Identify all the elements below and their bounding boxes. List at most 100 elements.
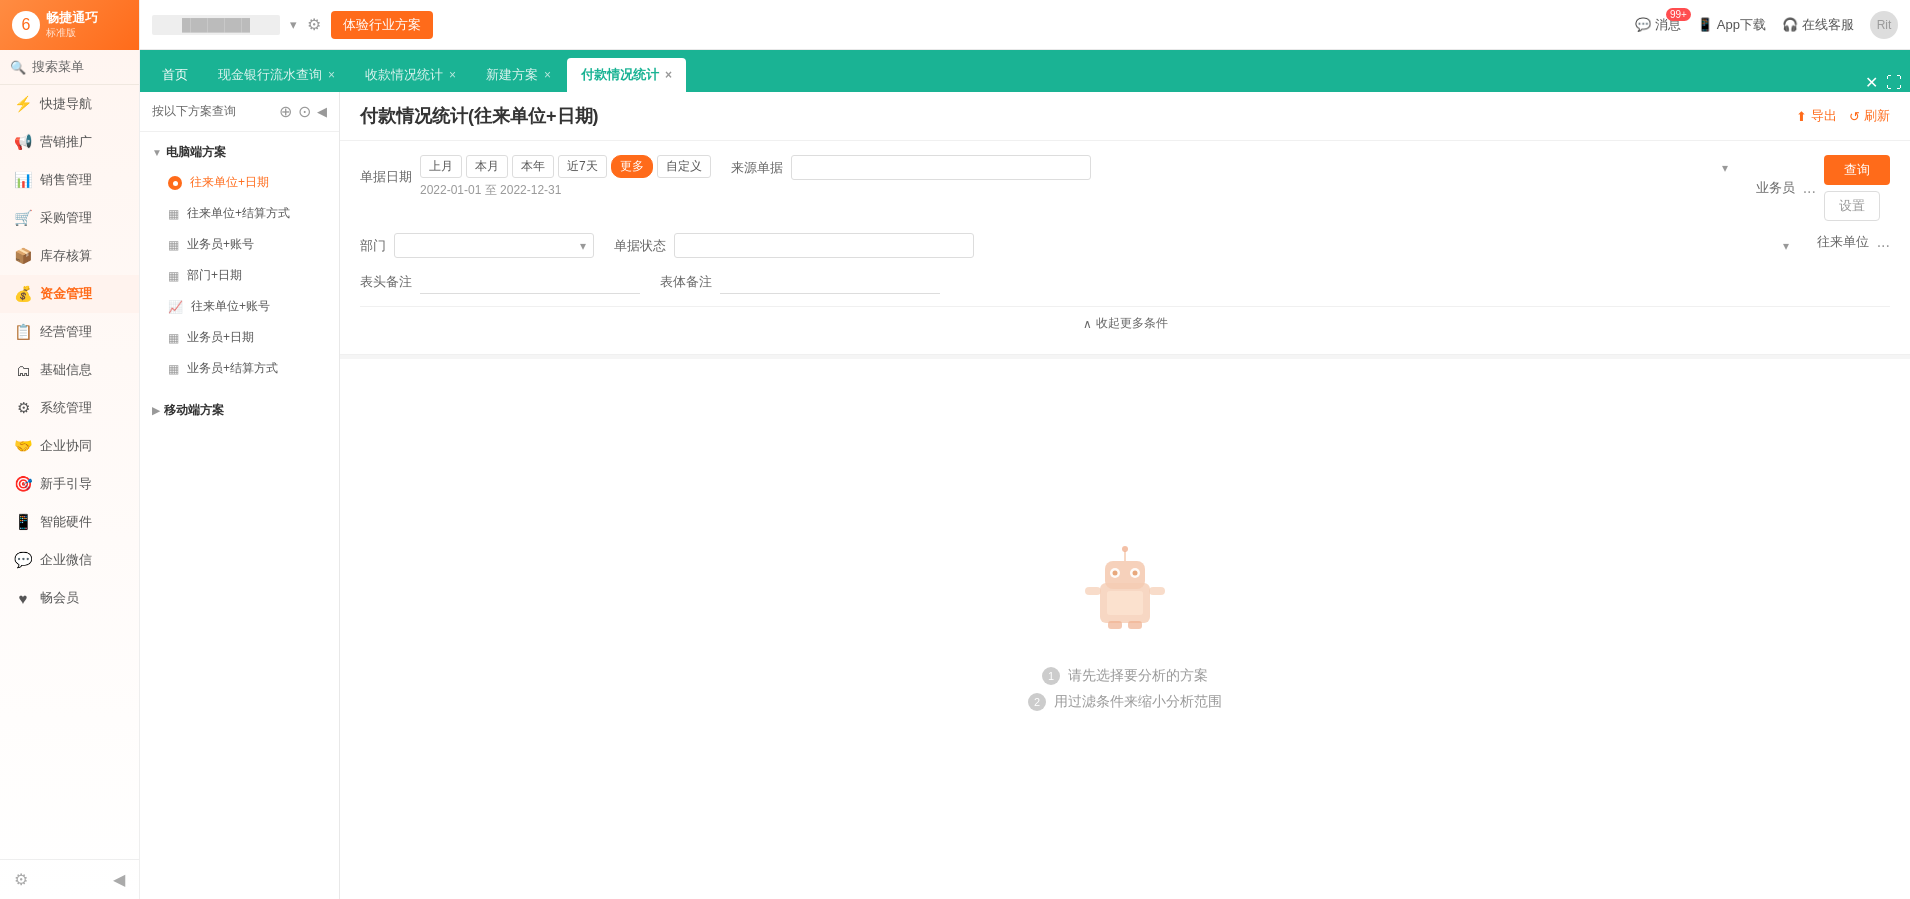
scheme-item-dept-date[interactable]: ▦ 部门+日期 [140, 260, 339, 291]
scheme-panel-header: 按以下方案查询 ⊕ ⊙ ◀ [140, 92, 339, 132]
empty-tip-2: 2 用过滤条件来缩小分析范围 [1028, 693, 1222, 711]
scheme-item-staff-date[interactable]: ▦ 业务员+日期 [140, 322, 339, 353]
sidebar-settings-icon[interactable]: ⚙ [14, 870, 28, 889]
date-btn-last-month[interactable]: 上月 [420, 155, 462, 178]
refresh-icon: ↺ [1849, 109, 1860, 124]
sidebar-collapse-icon[interactable]: ◀ [113, 870, 125, 889]
sidebar-item-inventory-label: 库存核算 [40, 247, 92, 265]
sidebar-item-finance[interactable]: 💰 资金管理 [0, 275, 139, 313]
filter-status-item: 单据状态 [614, 233, 1797, 258]
tab-new-scheme-label: 新建方案 [486, 66, 538, 84]
sidebar-item-operation[interactable]: 📋 经营管理 [0, 313, 139, 351]
tab-bank-flow[interactable]: 现金银行流水查询 × [204, 58, 349, 92]
sidebar-item-corp-wechat[interactable]: 💬 企业微信 [0, 541, 139, 579]
company-dropdown-icon[interactable]: ▾ [290, 17, 297, 32]
tab-receipt-stats-close[interactable]: × [449, 68, 456, 82]
scheme-item-partner-settle[interactable]: ▦ 往来单位+结算方式 [140, 198, 339, 229]
sidebar-item-vip[interactable]: ♥ 畅会员 [0, 579, 139, 617]
scheme-item-dept-date-label: 部门+日期 [187, 267, 242, 284]
body-note-input[interactable] [720, 270, 940, 294]
sidebar-logo: 6 畅捷通巧 标准版 [0, 0, 139, 50]
tip-num-2: 2 [1028, 693, 1046, 711]
sidebar-item-quick-nav[interactable]: ⚡ 快捷导航 [0, 85, 139, 123]
scheme-item-partner-settle-label: 往来单位+结算方式 [187, 205, 290, 222]
scheme-item-partner-date[interactable]: 往来单位+日期 [140, 167, 339, 198]
svg-rect-11 [1149, 587, 1165, 595]
refresh-btn[interactable]: ↺ 刷新 [1849, 107, 1890, 125]
scheme-collapse-btn[interactable]: ◀ [317, 104, 327, 119]
tab-receipt-stats[interactable]: 收款情况统计 × [351, 58, 470, 92]
search-icon: 🔍 [10, 60, 26, 75]
sidebar-item-guide[interactable]: 🎯 新手引导 [0, 465, 139, 503]
sidebar-item-system[interactable]: ⚙ 系统管理 [0, 389, 139, 427]
scheme-item-partner-account-label: 往来单位+账号 [191, 298, 270, 315]
sidebar-item-marketing[interactable]: 📢 营销推广 [0, 123, 139, 161]
online-service[interactable]: 🎧 在线客服 [1782, 16, 1854, 34]
tab-new-scheme[interactable]: 新建方案 × [472, 58, 565, 92]
sidebar-item-smart-hw[interactable]: 📱 智能硬件 [0, 503, 139, 541]
message-count: 99+ [1666, 8, 1691, 21]
scheme-section-mobile-title[interactable]: ▶ 移动端方案 [140, 396, 339, 425]
query-btn[interactable]: 查询 [1824, 155, 1890, 185]
date-btn-this-year[interactable]: 本年 [512, 155, 554, 178]
scheme-item-partner-settle-icon: ▦ [168, 207, 179, 221]
tab-expand-icon[interactable]: ⛶ [1886, 74, 1902, 92]
sidebar: 6 畅捷通巧 标准版 🔍 搜索菜单 ⚡ 快捷导航 📢 营销推广 📊 销售管理 🛒… [0, 0, 140, 899]
staff-selector[interactable]: ... [1803, 179, 1816, 197]
header-note-input[interactable] [420, 270, 640, 294]
date-btn-more[interactable]: 更多 [611, 155, 653, 178]
status-select[interactable] [674, 233, 974, 258]
sidebar-item-purchase[interactable]: 🛒 采购管理 [0, 199, 139, 237]
filter-dept-item: 部门 [360, 233, 594, 258]
top-header: ████████ ▾ ⚙ 体验行业方案 💬 消息 99+ 📱 App下载 🎧 在… [140, 0, 1910, 50]
app-download[interactable]: 📱 App下载 [1697, 16, 1766, 34]
scheme-item-staff-settle-icon: ▦ [168, 362, 179, 376]
svg-point-4 [1113, 571, 1118, 576]
export-btn[interactable]: ⬆ 导出 [1796, 107, 1837, 125]
settings-btn[interactable]: 设置 [1824, 191, 1880, 221]
scheme-item-partner-account-icon: 📈 [168, 300, 183, 314]
date-btn-7days[interactable]: 近7天 [558, 155, 607, 178]
user-avatar[interactable]: Rit [1870, 11, 1898, 39]
message-badge[interactable]: 💬 消息 99+ [1635, 16, 1681, 34]
tab-bank-flow-close[interactable]: × [328, 68, 335, 82]
collapse-bar[interactable]: ∧ 收起更多条件 [360, 306, 1890, 340]
scheme-item-staff-account[interactable]: ▦ 业务员+账号 [140, 229, 339, 260]
partner-selector[interactable]: ... [1877, 233, 1890, 251]
header-settings-icon[interactable]: ⚙ [307, 15, 321, 34]
filter-staff-item: 业务员 ... 查询 设置 [1756, 155, 1890, 221]
partner-label: 往来单位 [1817, 233, 1869, 251]
header-right: 💬 消息 99+ 📱 App下载 🎧 在线客服 Rit [1635, 11, 1898, 39]
scheme-item-partner-account[interactable]: 📈 往来单位+账号 [140, 291, 339, 322]
empty-state: 1 请先选择要分析的方案 2 用过滤条件来缩小分析范围 [340, 359, 1910, 899]
tab-payment-stats-close[interactable]: × [665, 68, 672, 82]
corp-collab-icon: 🤝 [14, 437, 32, 455]
search-menu[interactable]: 🔍 搜索菜单 [0, 50, 139, 85]
vip-icon: ♥ [14, 589, 32, 607]
date-btn-custom[interactable]: 自定义 [657, 155, 711, 178]
status-label: 单据状态 [614, 237, 666, 255]
trial-btn[interactable]: 体验行业方案 [331, 11, 433, 39]
right-content: 付款情况统计(往来单位+日期) ⬆ 导出 ↺ 刷新 [340, 92, 1910, 899]
date-btn-this-month[interactable]: 本月 [466, 155, 508, 178]
tab-payment-stats[interactable]: 付款情况统计 × [567, 58, 686, 92]
dept-select[interactable] [394, 233, 594, 258]
filter-row-2: 部门 单据状态 [360, 233, 1890, 258]
scheme-item-staff-settle[interactable]: ▦ 业务员+结算方式 [140, 353, 339, 384]
scheme-add-btn[interactable]: ⊕ [279, 102, 292, 121]
sidebar-item-basic-info-label: 基础信息 [40, 361, 92, 379]
staff-label: 业务员 [1756, 179, 1795, 197]
scheme-section-desktop-title[interactable]: ▼ 电脑端方案 [140, 138, 339, 167]
scheme-settings-btn[interactable]: ⊙ [298, 102, 311, 121]
tab-home[interactable]: 首页 [148, 58, 202, 92]
sidebar-item-sales[interactable]: 📊 销售管理 [0, 161, 139, 199]
scheme-item-partner-date-label: 往来单位+日期 [190, 174, 269, 191]
sidebar-item-corp-collab[interactable]: 🤝 企业协同 [0, 427, 139, 465]
sidebar-item-basic-info[interactable]: 🗂 基础信息 [0, 351, 139, 389]
scheme-desktop-arrow: ▼ [152, 147, 162, 158]
scheme-section-mobile: ▶ 移动端方案 [140, 390, 339, 431]
tab-close-all-icon[interactable]: ✕ [1865, 73, 1878, 92]
sidebar-item-inventory[interactable]: 📦 库存核算 [0, 237, 139, 275]
tab-new-scheme-close[interactable]: × [544, 68, 551, 82]
source-select[interactable] [791, 155, 1091, 180]
